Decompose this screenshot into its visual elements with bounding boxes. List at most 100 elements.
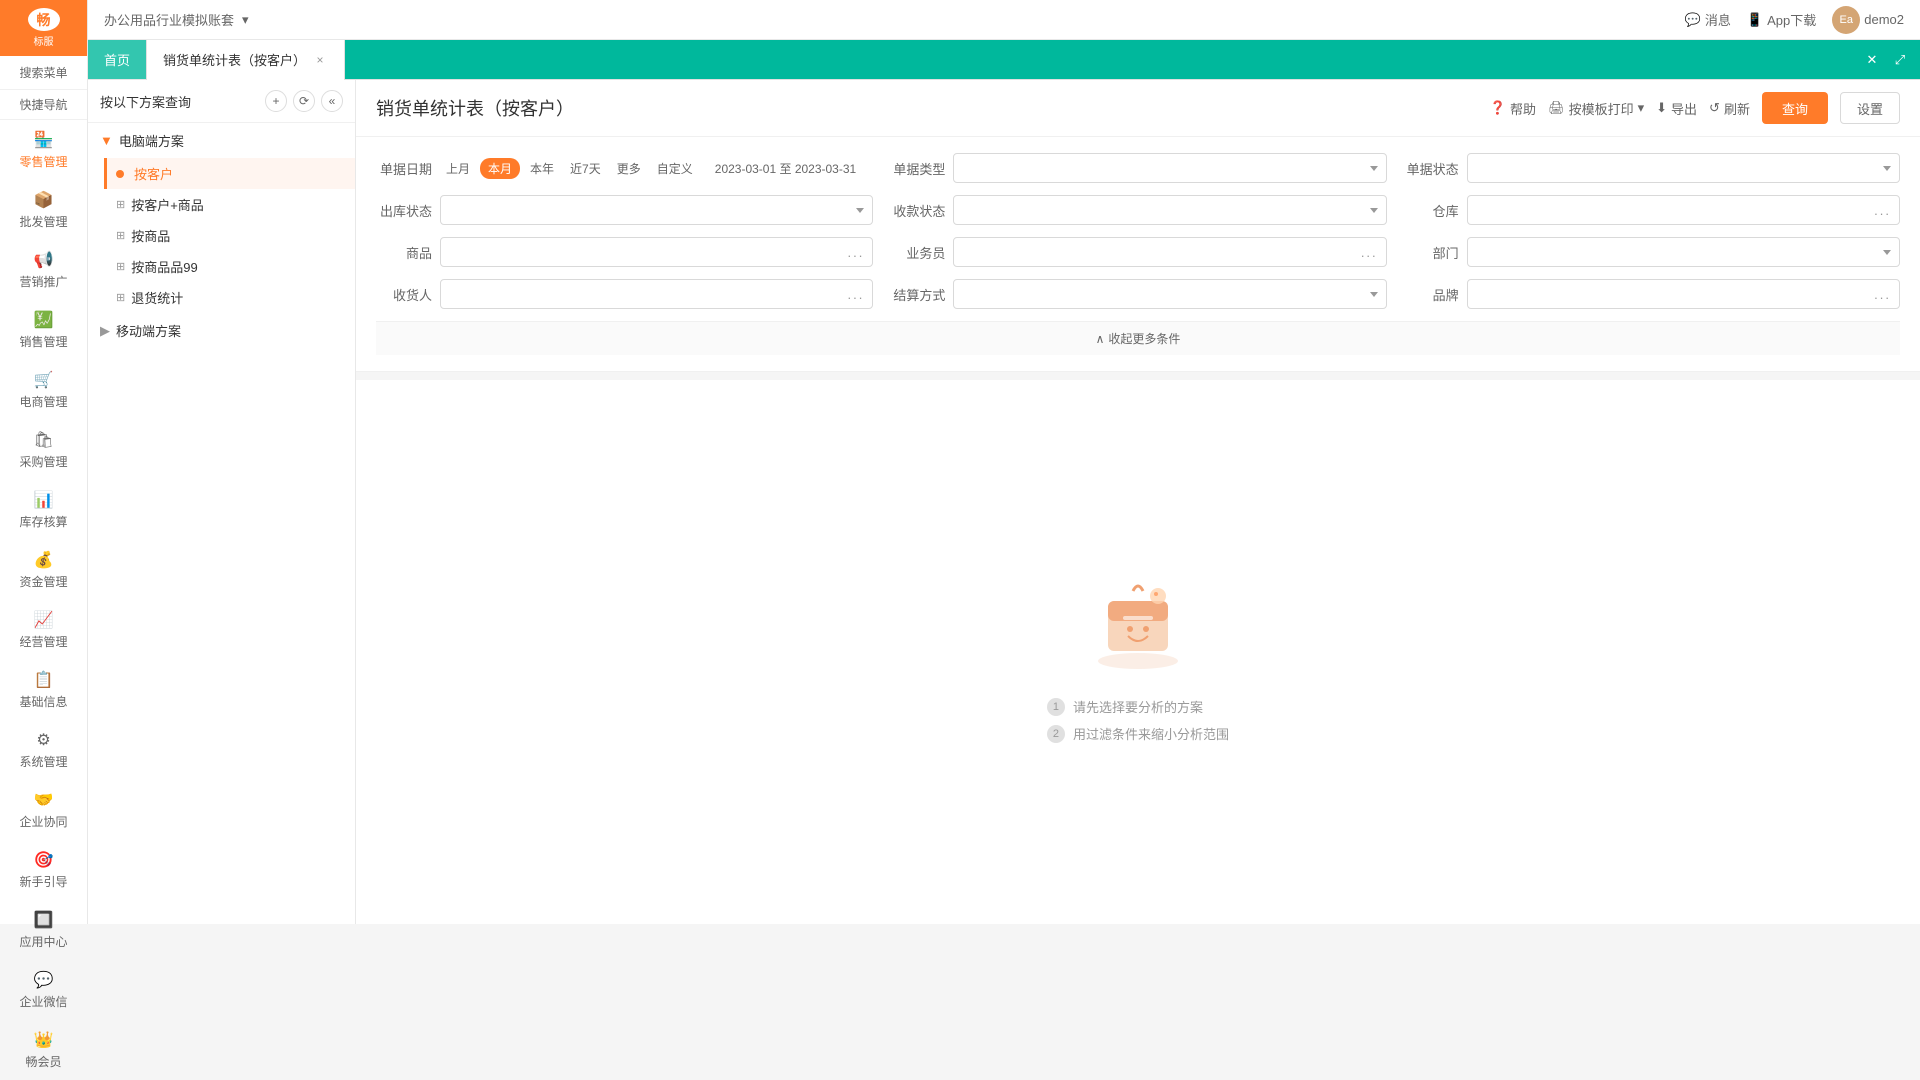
maximize-icon: ⤢ <box>1895 52 1905 68</box>
department-dropdown-icon <box>1883 250 1891 255</box>
sidebar-item-finance[interactable]: 💰 资金管理 <box>0 540 87 600</box>
tab-home-label: 首页 <box>104 50 130 69</box>
sidebar-search[interactable]: 搜索菜单 <box>0 56 87 90</box>
tree-item-by-customer[interactable]: 按客户 <box>104 158 355 189</box>
receiver-input[interactable]: ... <box>440 279 873 309</box>
tree-item-by-product[interactable]: ⊞ 按商品 <box>104 220 355 251</box>
search-button[interactable]: 查询 <box>1762 92 1828 124</box>
sidebar-quick-nav[interactable]: 快捷导航 <box>0 90 87 120</box>
app-center-icon: 🔲 <box>34 910 54 930</box>
message-btn[interactable]: 💬 消息 <box>1685 10 1731 29</box>
export-label: 导出 <box>1671 99 1697 118</box>
sidebar-item-marketing[interactable]: 📢 营销推广 <box>0 240 87 300</box>
print-icon: 🖨 <box>1548 100 1565 116</box>
operations-icon: 📈 <box>34 610 54 630</box>
sidebar-item-retail[interactable]: 🏪 零售管理 <box>0 120 87 180</box>
sidebar-item-wholesale[interactable]: 📦 批发管理 <box>0 180 87 240</box>
export-btn[interactable]: ⬇ 导出 <box>1656 99 1697 118</box>
salesperson-more-icon[interactable]: ... <box>1361 245 1378 260</box>
app-download-btn[interactable]: 📱 App下载 <box>1747 10 1816 29</box>
sidebar-item-newbie[interactable]: 🎯 新手引导 <box>0 840 87 900</box>
department-input[interactable] <box>1467 237 1900 267</box>
sidebar-item-members[interactable]: 👑 畅会员 <box>0 1020 87 1080</box>
mobile-group-header[interactable]: ▶ 移动端方案 <box>88 313 355 348</box>
basics-icon: 📋 <box>34 670 54 690</box>
refresh-scheme-btn[interactable]: ⟳ <box>293 90 315 112</box>
salesperson-input[interactable]: ... <box>953 237 1386 267</box>
sidebar-item-sales[interactable]: 💹 销售管理 <box>0 300 87 360</box>
sidebar-item-purchase[interactable]: 🛍 采购管理 <box>0 420 87 480</box>
desktop-group-header[interactable]: ▼ 电脑端方案 <box>88 123 355 158</box>
tab-minimize-btn[interactable]: ✕ <box>1860 48 1884 72</box>
collapse-more-btn[interactable]: ∧ 收起更多条件 <box>376 321 1900 355</box>
retail-icon: 🏪 <box>34 130 54 150</box>
return-stats-icon: ⊞ <box>116 291 125 304</box>
add-scheme-btn[interactable]: + <box>265 90 287 112</box>
doc-type-label: 单据类型 <box>889 159 945 178</box>
help-btn[interactable]: ❓ 帮助 <box>1490 99 1536 118</box>
warehouse-input[interactable]: ... <box>1467 195 1900 225</box>
product-more-icon[interactable]: ... <box>847 245 864 260</box>
tab-close-btn[interactable]: × <box>312 52 328 68</box>
filter-field-receiver: 收货人 ... <box>376 279 873 309</box>
refresh-label: 刷新 <box>1724 99 1750 118</box>
shortcut-more[interactable]: 更多 <box>611 158 647 179</box>
sidebar-item-system[interactable]: ⚙ 系统管理 <box>0 720 87 780</box>
by-product99-icon: ⊞ <box>116 260 125 273</box>
product-input[interactable]: ... <box>440 237 873 267</box>
sidebar-item-ecommerce[interactable]: 🛒 电商管理 <box>0 360 87 420</box>
tab-maximize-btn[interactable]: ⤢ <box>1888 48 1912 72</box>
shortcut-custom[interactable]: 自定义 <box>651 158 699 179</box>
members-icon: 👑 <box>34 1030 54 1050</box>
wechat-icon: 💬 <box>34 970 54 990</box>
doc-type-input[interactable] <box>953 153 1386 183</box>
desktop-group-label: 电脑端方案 <box>119 131 184 150</box>
shortcut-this-month[interactable]: 本月 <box>480 158 520 179</box>
out-status-input[interactable] <box>440 195 873 225</box>
print-dropdown-icon: ▾ <box>1638 100 1645 116</box>
tree-item-by-customer-product[interactable]: ⊞ 按客户+商品 <box>104 189 355 220</box>
user-menu[interactable]: Ea demo2 <box>1832 6 1904 34</box>
tree-item-return-stats[interactable]: ⊞ 退货统计 <box>104 282 355 313</box>
shortcut-this-year[interactable]: 本年 <box>524 158 560 179</box>
filter-field-receipt-status: 收款状态 <box>889 195 1386 225</box>
user-name: demo2 <box>1864 12 1904 27</box>
shortcut-last-7days[interactable]: 近7天 <box>564 158 607 179</box>
wholesale-icon: 📦 <box>34 190 54 210</box>
topbar-left: 办公用品行业模拟账套 ▾ <box>104 10 249 29</box>
collapse-panel-btn[interactable]: « <box>321 90 343 112</box>
doc-status-input[interactable] <box>1467 153 1900 183</box>
settlement-input[interactable] <box>953 279 1386 309</box>
shortcut-last-month[interactable]: 上月 <box>440 158 476 179</box>
sidebar-item-basics[interactable]: 📋 基础信息 <box>0 660 87 720</box>
dropdown-icon[interactable]: ▾ <box>242 12 249 28</box>
tab-home[interactable]: 首页 <box>88 40 147 80</box>
sidebar-item-app-center[interactable]: 🔲 应用中心 <box>0 900 87 960</box>
left-panel-actions: + ⟳ « <box>265 90 343 112</box>
tab-active[interactable]: 销货单统计表（按客户） × <box>147 40 345 80</box>
enterprise-icon: 🤝 <box>34 790 54 810</box>
settings-button[interactable]: 设置 <box>1840 92 1900 124</box>
tabbar: 首页 销货单统计表（按客户） × ✕ ⤢ <box>88 40 1920 80</box>
by-customer-product-icon: ⊞ <box>116 198 125 211</box>
mobile-expand-icon: ▶ <box>100 323 110 339</box>
sidebar-item-operations[interactable]: 📈 经营管理 <box>0 600 87 660</box>
sidebar-item-enterprise[interactable]: 🤝 企业协同 <box>0 780 87 840</box>
print-btn[interactable]: 🖨 按模板打印 ▾ <box>1548 99 1644 118</box>
logo[interactable]: 畅 标服 <box>0 0 87 56</box>
date-range: 2023-03-01 至 2023-03-31 <box>715 160 856 177</box>
sidebar-item-wechat[interactable]: 💬 企业微信 <box>0 960 87 1020</box>
receipt-status-input[interactable] <box>953 195 1386 225</box>
receiver-more-icon[interactable]: ... <box>847 287 864 302</box>
sidebar-item-app-center-label: 应用中心 <box>19 933 67 950</box>
sidebar-item-marketing-label: 营销推广 <box>19 273 67 290</box>
refresh-btn[interactable]: ↺ 刷新 <box>1709 99 1750 118</box>
sidebar-item-inventory[interactable]: 📊 库存核算 <box>0 480 87 540</box>
brand-more-icon[interactable]: ... <box>1874 287 1891 302</box>
desktop-group: ▼ 电脑端方案 按客户 ⊞ 按客户+商品 ⊞ 按商品 <box>88 123 355 313</box>
tree-item-by-product99[interactable]: ⊞ 按商品品99 <box>104 251 355 282</box>
out-status-label: 出库状态 <box>376 201 432 220</box>
brand-input[interactable]: ... <box>1467 279 1900 309</box>
empty-tip-2: 2 用过滤条件来缩小分析范围 <box>1047 724 1229 743</box>
warehouse-more-icon[interactable]: ... <box>1874 203 1891 218</box>
